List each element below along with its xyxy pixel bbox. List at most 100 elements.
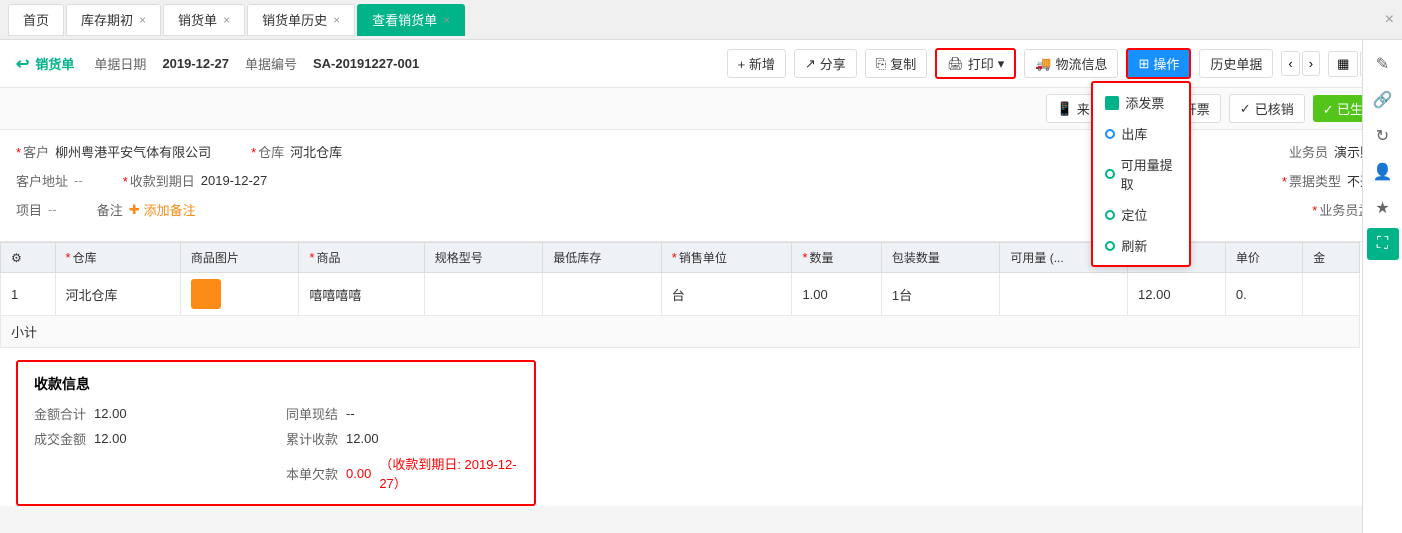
- tab-inventory-label: 库存期初: [81, 10, 133, 29]
- total-label: 金额合计: [34, 404, 86, 423]
- cell-row-num: 1: [1, 273, 56, 316]
- next-button[interactable]: ›: [1302, 51, 1320, 76]
- date-label: 单据日期: [94, 54, 146, 73]
- next-icon: ›: [1309, 56, 1313, 71]
- prev-button[interactable]: ‹: [1281, 51, 1299, 76]
- summary-label: 小计: [1, 316, 1360, 348]
- col-pack-qty: 包装数量: [881, 243, 1000, 273]
- copy-icon: ⎘: [876, 56, 886, 72]
- cell-unit: 台: [661, 273, 792, 316]
- mobile-icon: 📱: [1057, 101, 1073, 117]
- print-icon: 🖨: [947, 56, 964, 72]
- table-row: 1 河北仓库 嘻嘻嘻嘻 台 1.00 1台 12.00 0.: [1, 273, 1360, 316]
- outbound-label: 出库: [1121, 124, 1147, 143]
- same-order-row: 同单现结 --: [286, 404, 518, 423]
- cell-product: 嘻嘻嘻嘻: [299, 273, 424, 316]
- number-label: 单据编号: [245, 54, 297, 73]
- menu-add-invoice[interactable]: 添发票: [1093, 87, 1189, 118]
- cell-min-stock: [543, 273, 662, 316]
- cell-spec: [424, 273, 543, 316]
- doc-meta: 单据日期 2019-12-27 单据编号 SA-20191227-001: [94, 54, 419, 73]
- tab-sales-history[interactable]: 销货单历史 ×: [247, 4, 355, 36]
- sidebar-star-icon[interactable]: ★: [1367, 192, 1399, 224]
- cell-price: 0.: [1225, 273, 1302, 316]
- col-spec: 规格型号: [424, 243, 543, 273]
- available-qty-label: 可用量提取: [1121, 155, 1178, 193]
- available-qty-icon: [1105, 169, 1114, 179]
- col-settings[interactable]: ⚙: [1, 243, 56, 273]
- deal-amount-label: 成交金额: [34, 429, 86, 448]
- prev-icon: ‹: [1288, 56, 1292, 71]
- tab-view-sales-close[interactable]: ×: [443, 13, 450, 27]
- sidebar-user-icon[interactable]: 👤: [1367, 156, 1399, 188]
- staff-label: 业务员: [1289, 142, 1328, 161]
- col-image: 商品图片: [180, 243, 299, 273]
- sidebar-edit-icon[interactable]: ✎: [1367, 48, 1399, 80]
- cumulative-value: 12.00: [346, 431, 379, 446]
- operation-button[interactable]: ⊞ 操作: [1126, 48, 1191, 79]
- print-label: 打印: [968, 54, 994, 73]
- customer-field: 客户 柳州粤港平安气体有限公司: [16, 142, 211, 161]
- project-field: 项目 --: [16, 200, 57, 219]
- right-sidebar: ✎ 🔗 ↻ 👤 ★ ⛶: [1362, 40, 1402, 533]
- tab-sales-close[interactable]: ×: [223, 13, 230, 27]
- logistics-icon: 🚚: [1035, 56, 1051, 72]
- history-button[interactable]: 历史单据: [1199, 49, 1273, 78]
- customer-label: 客户: [16, 142, 49, 161]
- grid-view-toggle[interactable]: ▦: [1328, 51, 1358, 77]
- tab-inventory-close[interactable]: ×: [139, 13, 146, 27]
- effective-icon: ✓: [1323, 102, 1334, 117]
- col-qty: *数量: [792, 243, 881, 273]
- summary-row: 小计: [1, 316, 1360, 348]
- col-warehouse: *仓库: [55, 243, 180, 273]
- doc-type-label: 销货单: [35, 54, 74, 73]
- menu-refresh[interactable]: 刷新: [1093, 230, 1189, 261]
- check-label: 已核销: [1255, 99, 1294, 118]
- print-button[interactable]: 🖨 打印 ▾: [935, 48, 1016, 79]
- sidebar-expand-icon[interactable]: ⛶: [1367, 228, 1399, 260]
- cell-available: [1000, 273, 1128, 316]
- refresh-icon: [1105, 241, 1115, 251]
- close-button[interactable]: ×: [1385, 11, 1394, 29]
- add-invoice-icon: [1105, 96, 1119, 110]
- sidebar-refresh-icon[interactable]: ↻: [1367, 120, 1399, 152]
- add-invoice-label: 添发票: [1125, 93, 1164, 112]
- add-note-button[interactable]: ✚ 添加备注: [129, 200, 196, 219]
- same-order-value: --: [346, 406, 355, 421]
- share-icon: ↗: [805, 56, 816, 72]
- operation-menu: 添发票 出库 可用量提取 定位: [1091, 81, 1191, 267]
- copy-button[interactable]: ⎘ 复制: [865, 49, 927, 78]
- payment-date-field: 收款到期日 2019-12-27: [123, 171, 268, 190]
- logistics-label: 物流信息: [1055, 54, 1107, 73]
- tab-inventory[interactable]: 库存期初 ×: [66, 4, 161, 36]
- add-note-label: 添加备注: [144, 200, 196, 219]
- sidebar-link-icon[interactable]: 🔗: [1367, 84, 1399, 116]
- total-row: 金额合计 12.00: [34, 404, 266, 423]
- project-value: --: [48, 202, 57, 217]
- outbound-icon: [1105, 129, 1115, 139]
- check-icon: ✓: [1240, 101, 1251, 117]
- tab-sales-history-close[interactable]: ×: [333, 13, 340, 27]
- customer-value: 柳州粤港平安气体有限公司: [55, 142, 211, 161]
- operation-label: 操作: [1153, 54, 1179, 73]
- new-button[interactable]: + 新增: [727, 49, 786, 78]
- menu-available-qty[interactable]: 可用量提取: [1093, 149, 1189, 199]
- toolbar: + 新增 ↗ 分享 ⎘ 复制 🖨 打印 ▾ 🚚 物流信息 ⊞: [727, 48, 1386, 79]
- cell-pack-qty: 1台: [881, 273, 1000, 316]
- tab-sales[interactable]: 销货单 ×: [163, 4, 245, 36]
- col-price: 单价: [1225, 243, 1302, 273]
- tab-view-sales[interactable]: 查看销货单 ×: [357, 4, 465, 36]
- history-label: 历史单据: [1210, 54, 1262, 73]
- share-button[interactable]: ↗ 分享: [794, 49, 857, 78]
- copy-label: 复制: [890, 54, 916, 73]
- menu-outbound[interactable]: 出库: [1093, 118, 1189, 149]
- cell-stock: 12.00: [1128, 273, 1226, 316]
- logistics-button[interactable]: 🚚 物流信息: [1024, 49, 1118, 78]
- menu-locate[interactable]: 定位: [1093, 199, 1189, 230]
- cell-warehouse: 河北仓库: [55, 273, 180, 316]
- tab-home[interactable]: 首页: [8, 4, 64, 36]
- locate-label: 定位: [1121, 205, 1147, 224]
- bill-type-label: 票据类型: [1282, 171, 1341, 190]
- plus-icon: ✚: [129, 202, 140, 218]
- check-button[interactable]: ✓ 已核销: [1229, 94, 1305, 123]
